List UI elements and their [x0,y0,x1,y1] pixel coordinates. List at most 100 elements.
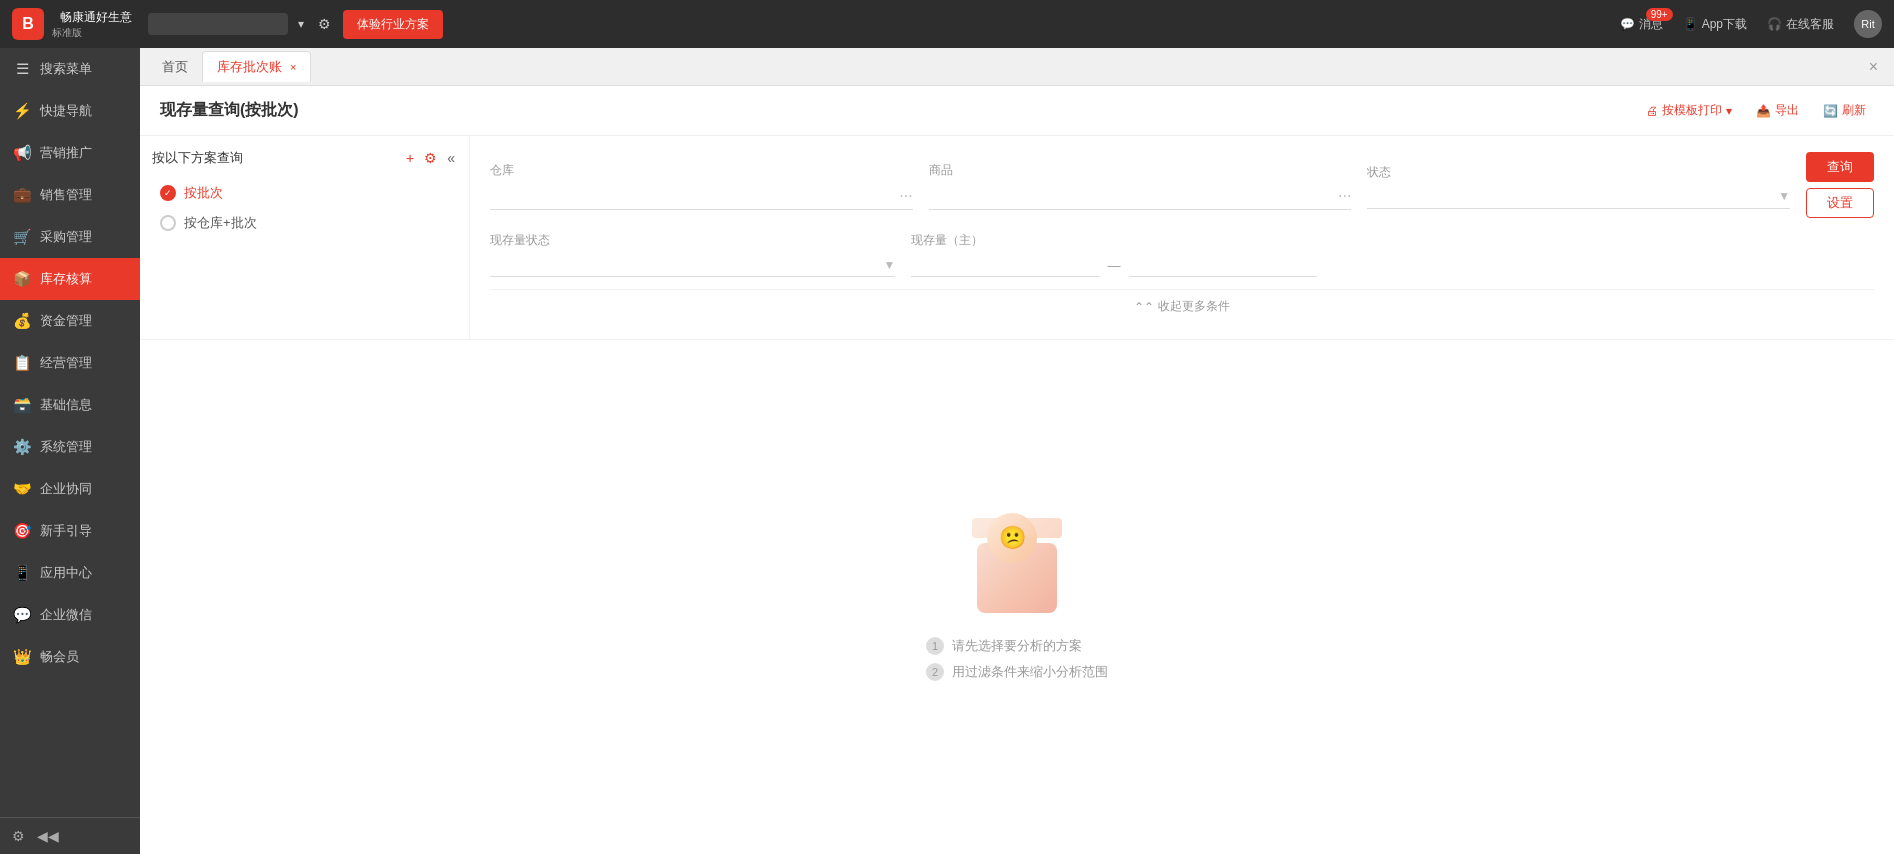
inv-qty-range: — [911,253,1316,277]
query-btn[interactable]: 查询 [1806,152,1874,182]
sidebar-settings-btn[interactable]: ⚙ [12,828,25,844]
wechat-icon: 💬 [12,605,32,625]
phone-icon: 📱 [1683,17,1698,31]
tab-close-btn[interactable]: × [290,61,296,73]
page-content: 现存量查询(按批次) 🖨 按模板打印 ▾ 📤 导出 🔄 刷新 [140,86,1894,854]
filter-action-btns: 查询 设置 [1806,152,1874,220]
sidebar-item-inventory[interactable]: 📦 库存核算 [0,258,140,300]
tab-inventory-batch[interactable]: 库存批次账 × [202,51,311,82]
sidebar-item-finance[interactable]: 💰 资金管理 [0,300,140,342]
sales-icon: 💼 [12,185,32,205]
sidebar-item-enterprise[interactable]: 🤝 企业协同 [0,468,140,510]
sidebar-item-sales[interactable]: 💼 销售管理 [0,174,140,216]
warehouse-dots-btn[interactable]: ··· [899,187,912,205]
sidebar-item-quick-nav[interactable]: ⚡ 快捷导航 [0,90,140,132]
inv-status-select-wrap: ▼ [490,253,895,277]
collapse-more-btn[interactable]: ⌃⌃ 收起更多条件 [490,289,1874,323]
sidebar-bottom: ⚙ ◀◀ [0,817,140,854]
warehouse-input[interactable] [490,189,895,204]
product-dots-btn[interactable]: ··· [1338,187,1351,205]
sidebar-item-wechat[interactable]: 💬 企业微信 [0,594,140,636]
user-avatar-area[interactable]: Rit [1854,10,1882,38]
search-input[interactable] [148,13,288,35]
sidebar-item-search-menu[interactable]: ☰ 搜索菜单 [0,48,140,90]
filter-field-inv-status: 现存量状态 ▼ [490,232,895,277]
filter-left-title: 按以下方案查询 [152,149,243,167]
message-icon: 💬 [1620,17,1635,31]
warehouse-input-wrap: ··· [490,183,913,210]
messages-btn[interactable]: 💬 消息 99+ [1620,16,1663,33]
collapse-panel-btn[interactable]: « [445,148,457,168]
apps-icon: 📱 [12,563,32,583]
empty-hints: 1 请先选择要分析的方案 2 用过滤条件来缩小分析范围 [926,637,1108,681]
topbar-right: 💬 消息 99+ 📱 App下载 🎧 在线客服 Rit [1620,10,1882,38]
sidebar-item-label: 快捷导航 [40,102,92,120]
filter-field-product: 商品 ··· [929,162,1352,210]
product-input[interactable] [929,189,1334,204]
tabs-bar: 首页 库存批次账 × × [140,48,1894,86]
filter-right: 仓库 ··· 商品 ··· [470,136,1894,339]
filter-left-header: 按以下方案查询 + ⚙ « [152,148,457,168]
newbie-icon: 🎯 [12,521,32,541]
tab-home-label: 首页 [162,58,188,76]
sidebar-item-apps[interactable]: 📱 应用中心 [0,552,140,594]
settings-btn[interactable]: 设置 [1806,188,1874,218]
add-scheme-btn[interactable]: + [404,148,416,168]
settings-gear-btn[interactable]: ⚙ [318,16,331,32]
sidebar: ☰ 搜索菜单 ⚡ 快捷导航 📢 营销推广 💼 销售管理 🛒 采购管理 📦 库 [0,48,140,854]
company-name: 畅康通好生意 [60,9,132,26]
scheme-settings-btn[interactable]: ⚙ [422,148,439,168]
scheme-item-by-warehouse-batch[interactable]: 按仓库+批次 [152,208,457,238]
hint-num-2: 2 [926,663,944,681]
sidebar-item-label: 基础信息 [40,396,92,414]
trial-btn[interactable]: 体验行业方案 [343,10,443,39]
app-download-btn[interactable]: 📱 App下载 [1683,16,1747,33]
product-label: 商品 [929,162,1352,179]
sidebar-item-label: 资金管理 [40,312,92,330]
headset-icon: 🎧 [1767,17,1782,31]
search-area: ▾ ⚙ [148,13,331,35]
inv-status-label: 现存量状态 [490,232,895,249]
online-service-btn[interactable]: 🎧 在线客服 [1767,16,1834,33]
sidebar-item-purchase[interactable]: 🛒 采购管理 [0,216,140,258]
scheme-radio-by-warehouse-batch [160,215,176,231]
sidebar-item-member[interactable]: 👑 畅会员 [0,636,140,678]
inv-status-arrow-icon: ▼ [883,258,895,272]
inv-status-select[interactable] [490,257,879,272]
tab-panel-close-btn[interactable]: × [1861,58,1886,76]
sidebar-scroll[interactable]: ☰ 搜索菜单 ⚡ 快捷导航 📢 营销推广 💼 销售管理 🛒 采购管理 📦 库 [0,48,140,817]
tab-home[interactable]: 首页 [148,52,202,82]
print-btn[interactable]: 🖨 按模板打印 ▾ [1638,98,1740,123]
status-select[interactable] [1367,189,1774,204]
sidebar-item-marketing[interactable]: 📢 营销推广 [0,132,140,174]
sidebar-item-system[interactable]: ⚙️ 系统管理 [0,426,140,468]
finance-icon: 💰 [12,311,32,331]
sidebar-collapse-btn[interactable]: ◀◀ [37,828,59,844]
sidebar-item-label: 企业微信 [40,606,92,624]
status-arrow-icon: ▼ [1778,189,1790,203]
filter-field-warehouse: 仓库 ··· [490,162,913,210]
inv-qty-to-input[interactable] [1129,253,1317,277]
sidebar-item-label: 企业协同 [40,480,92,498]
basics-icon: 🗃️ [12,395,32,415]
sidebar-item-operations[interactable]: 📋 经营管理 [0,342,140,384]
print-dropdown-icon: ▾ [1726,104,1732,118]
filter-field-inv-qty: 现存量（主） — [911,232,1316,277]
empty-face: 😕 [987,513,1037,563]
sidebar-item-label: 畅会员 [40,648,79,666]
refresh-btn[interactable]: 🔄 刷新 [1815,98,1874,123]
filter-panel: 按以下方案查询 + ⚙ « ✓ 按批次 [140,136,1894,340]
purchase-icon: 🛒 [12,227,32,247]
chevron-up-icon: ⌃⌃ [1134,300,1154,314]
status-label: 状态 [1367,164,1790,181]
sidebar-item-newbie[interactable]: 🎯 新手引导 [0,510,140,552]
page-header-actions: 🖨 按模板打印 ▾ 📤 导出 🔄 刷新 [1638,98,1874,123]
export-btn[interactable]: 📤 导出 [1748,98,1807,123]
search-dropdown-btn[interactable]: ▾ [292,13,310,35]
sidebar-item-label: 系统管理 [40,438,92,456]
status-select-wrap: ▼ [1367,185,1790,209]
page-header: 现存量查询(按批次) 🖨 按模板打印 ▾ 📤 导出 🔄 刷新 [140,86,1894,136]
inv-qty-from-input[interactable] [911,253,1099,277]
scheme-item-by-batch[interactable]: ✓ 按批次 [152,178,457,208]
sidebar-item-basics[interactable]: 🗃️ 基础信息 [0,384,140,426]
